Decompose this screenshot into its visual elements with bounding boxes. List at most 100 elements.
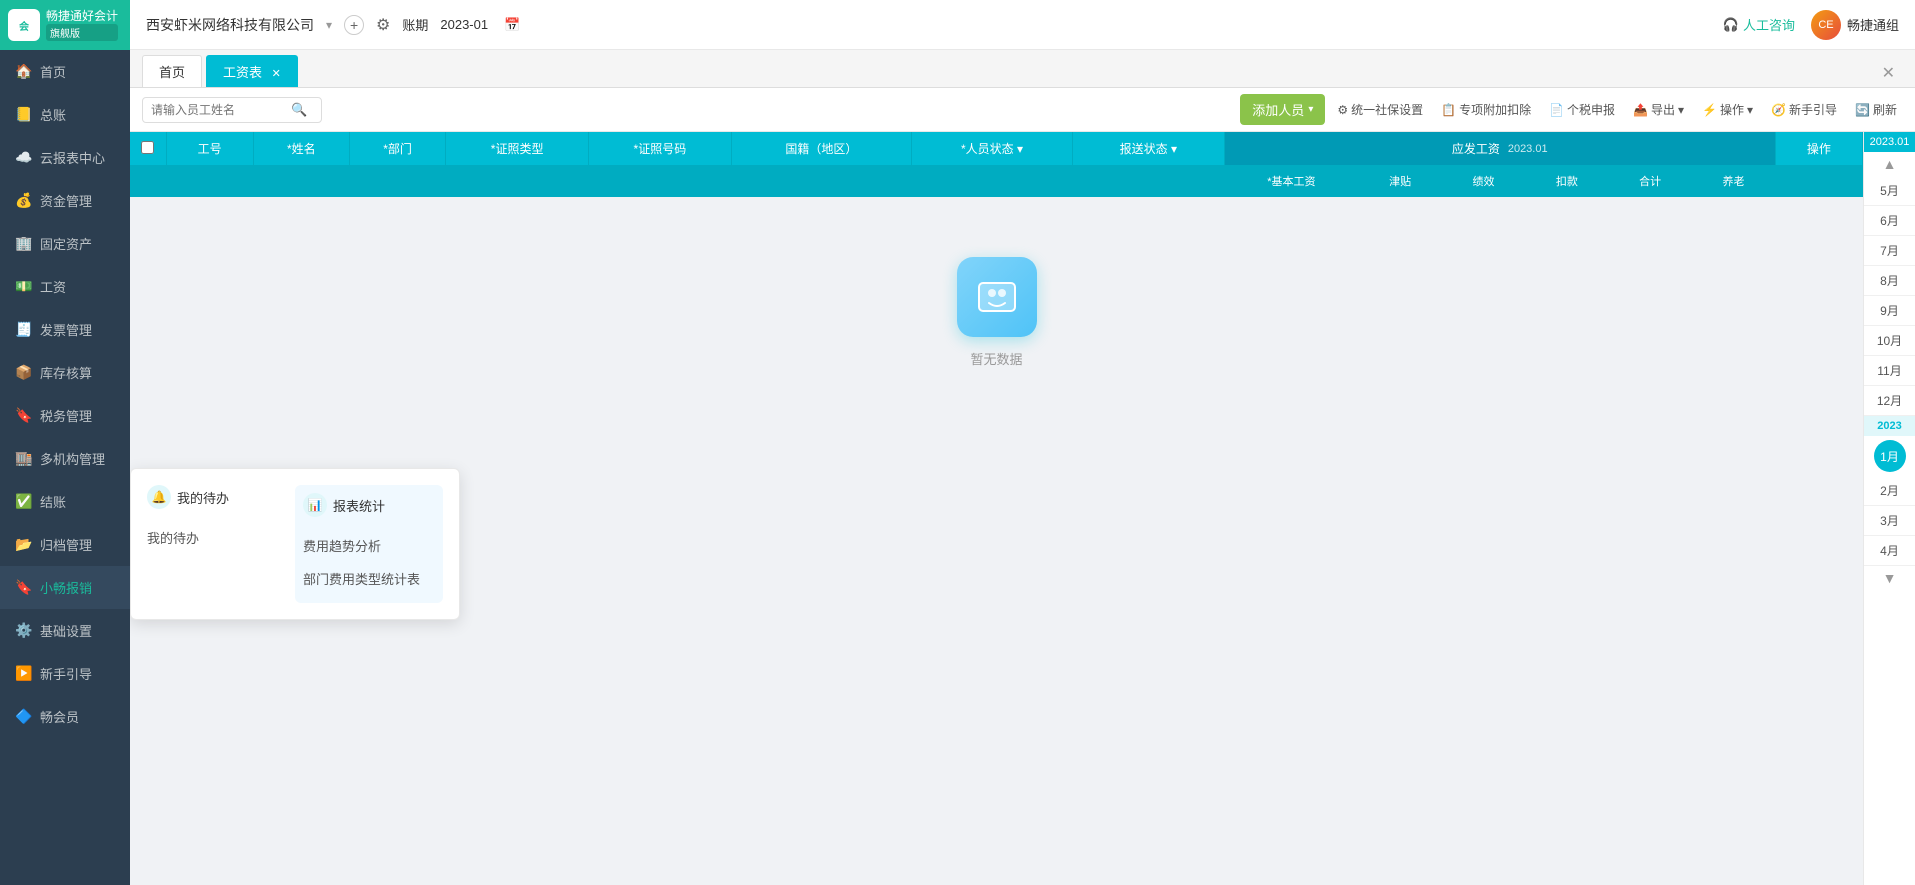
date-up-icon[interactable]: ▲ [1864,152,1915,176]
sidebar-icon-new-guide: ▶️ [16,666,32,682]
th-operation: 操作 [1775,132,1862,165]
sidebar-icon-fixed-assets: 🏢 [16,236,32,252]
export-button[interactable]: 📤 导出 ▾ [1627,97,1690,122]
social-security-button[interactable]: ⚙ 统一社保设置 [1331,97,1429,122]
empty-state: 暂无数据 [130,197,1863,428]
search-input[interactable] [151,103,291,117]
topbar: 西安虾米网络科技有限公司 ▾ + ⚙ 账期 2023-01 📅 🎧 人工咨询 C… [130,0,1915,50]
sidebar-item-salary[interactable]: 💵 工资 [0,265,130,308]
sidebar-item-ledger[interactable]: 📒总账 [0,93,130,136]
date-down-icon[interactable]: ▼ [1864,566,1915,590]
sidebar-label-fund: 资金管理 [40,191,92,210]
search-icon: 🔍 [291,102,307,118]
th-checkbox[interactable] [130,132,166,165]
th-dept: *部门 [349,132,445,165]
app-logo: 会 畅捷通好会计 旗舰版 [0,0,130,50]
search-box[interactable]: 🔍 [142,97,322,123]
sidebar-label-invoice: 发票管理 [40,320,92,339]
refresh-button[interactable]: 🔄 刷新 [1849,97,1903,122]
refresh-icon: 🔄 [1855,103,1870,117]
th-pension: 养老 [1692,165,1775,197]
empty-text: 暂无数据 [970,349,1022,368]
tax-return-button[interactable]: 📄 个税申报 [1543,97,1621,122]
date-item-10[interactable]: 10月 [1864,326,1915,356]
sidebar-icon-home: 🏠 [16,64,32,80]
sidebar-item-home[interactable]: 🏠首页 [0,50,130,93]
sidebar-item-vip[interactable]: 🔷畅会员 [0,695,130,738]
company-dropdown-icon[interactable]: ▾ [326,18,332,32]
sidebar-item-basic-settings[interactable]: ⚙️基础设置 [0,609,130,652]
add-company-button[interactable]: + [344,15,364,35]
new-guide-button[interactable]: 🧭 新手引导 [1765,97,1843,122]
sidebar-item-settlement[interactable]: ✅ 结账 [0,480,130,523]
date-item-11[interactable]: 11月 [1864,356,1915,386]
th-report-status: 报送状态 ▾ [1072,132,1224,165]
popup-todo-header: 🔔 我的待办 [147,485,279,509]
social-security-icon: ⚙ [1337,103,1348,117]
sidebar-item-xiao-chang-xiao[interactable]: 🔖小畅报销 [0,566,130,609]
sidebar-icon-inventory: 📦 [16,365,32,381]
sidebar-icon-settlement: ✅ [16,494,32,510]
user-button[interactable]: CE 畅捷通组 [1811,10,1899,40]
sidebar-label-vip: 畅会员 [40,707,79,726]
sidebar-label-settlement: 结账 [40,492,66,511]
export-arrow-icon: ▾ [1678,103,1684,117]
tab-home[interactable]: 首页 [142,55,202,87]
service-button[interactable]: 🎧 人工咨询 [1723,15,1795,34]
close-all-tabs-icon[interactable]: ✕ [1874,59,1903,87]
calendar-icon[interactable]: 📅 [504,17,520,33]
sidebar-item-cloud-report[interactable]: ☁️云报表中心 [0,136,130,179]
popup-report-item-2[interactable]: 部门费用类型统计表 [303,562,435,595]
sidebar-item-archive[interactable]: 📂归档管理 [0,523,130,566]
sidebar-label-inventory: 库存核算 [40,363,92,382]
sidebar-icon-tax: 🔖 [16,408,32,424]
popup-todo-icon: 🔔 [147,485,171,509]
sidebar-item-fund[interactable]: 💰资金管理 [0,179,130,222]
settings-icon[interactable]: ⚙ [376,15,390,35]
date-item-5[interactable]: 5月 [1864,176,1915,206]
operate-button[interactable]: ⚡ 操作 ▾ [1696,97,1759,122]
sidebar-icon-salary: 💵 [16,279,32,295]
date-item-6[interactable]: 6月 [1864,206,1915,236]
special-deduct-button[interactable]: 📋 专项附加扣除 [1435,97,1537,122]
sidebar-item-fixed-assets[interactable]: 🏢固定资产 [0,222,130,265]
date-item-4[interactable]: 4月 [1864,536,1915,566]
date-item-1[interactable]: 1月 [1874,440,1906,472]
sidebar-label-ledger: 总账 [40,105,66,124]
tab-close-icon[interactable]: ✕ [272,68,281,80]
popup-section-todo: 🔔 我的待办 我的待办 [147,485,279,603]
sidebar-item-inventory[interactable]: 📦 库存核算 [0,351,130,394]
period-label: 账期 [402,15,428,34]
sidebar-item-tax[interactable]: 🔖税务管理 [0,394,130,437]
date-item-9[interactable]: 9月 [1864,296,1915,326]
popup-report-header: 📊 报表统计 [303,493,435,517]
sidebar-item-multi-org[interactable]: 🏬多机构管理 [0,437,130,480]
date-item-2[interactable]: 2月 [1864,476,1915,506]
date-item-8[interactable]: 8月 [1864,266,1915,296]
popup-todo-item[interactable]: 我的待办 [147,521,279,554]
sidebar-label-basic-settings: 基础设置 [40,621,92,640]
th-basic-salary: *基本工资 [1224,165,1358,197]
operate-arrow-icon: ▾ [1747,103,1753,117]
popup-report-icon: 📊 [303,493,327,517]
popup-report-item-1[interactable]: 费用趋势分析 [303,529,435,562]
sidebar-nav: 🏠首页📒总账☁️云报表中心💰资金管理🏢固定资产 💵 工资 🧾发票管理 📦 库存核算 🔖税务管… [0,50,130,885]
popup-section-report: 📊 报表统计 费用趋势分析 部门费用类型统计表 [295,485,443,603]
select-all-checkbox[interactable] [141,141,154,154]
sidebar-label-salary: 工资 [40,277,66,296]
empty-icon [957,257,1037,337]
date-item-7[interactable]: 7月 [1864,236,1915,266]
date-item-12[interactable]: 12月 [1864,386,1915,416]
sidebar-item-invoice[interactable]: 🧾发票管理 [0,308,130,351]
date-item-3[interactable]: 3月 [1864,506,1915,536]
username: 畅捷通组 [1847,15,1899,34]
sidebar-icon-cloud-report: ☁️ [16,150,32,166]
th-id-type: *证照类型 [446,132,589,165]
payroll-table: 工号 *姓名 *部门 *证照类型 *证照号码 国籍（地区） *人员状态 ▾ 报送… [130,132,1863,197]
sidebar-item-new-guide[interactable]: ▶️新手引导 [0,652,130,695]
date-year-2023: 2023 [1864,416,1915,436]
add-person-button[interactable]: 添加人员 ▾ [1240,94,1325,125]
tab-payroll[interactable]: 工资表 ✕ [206,55,298,87]
content-area: 🔍 添加人员 ▾ ⚙ 统一社保设置 📋 专项附加扣除 📄 个税申报 [130,88,1915,885]
sidebar-label-multi-org: 多机构管理 [40,449,105,468]
